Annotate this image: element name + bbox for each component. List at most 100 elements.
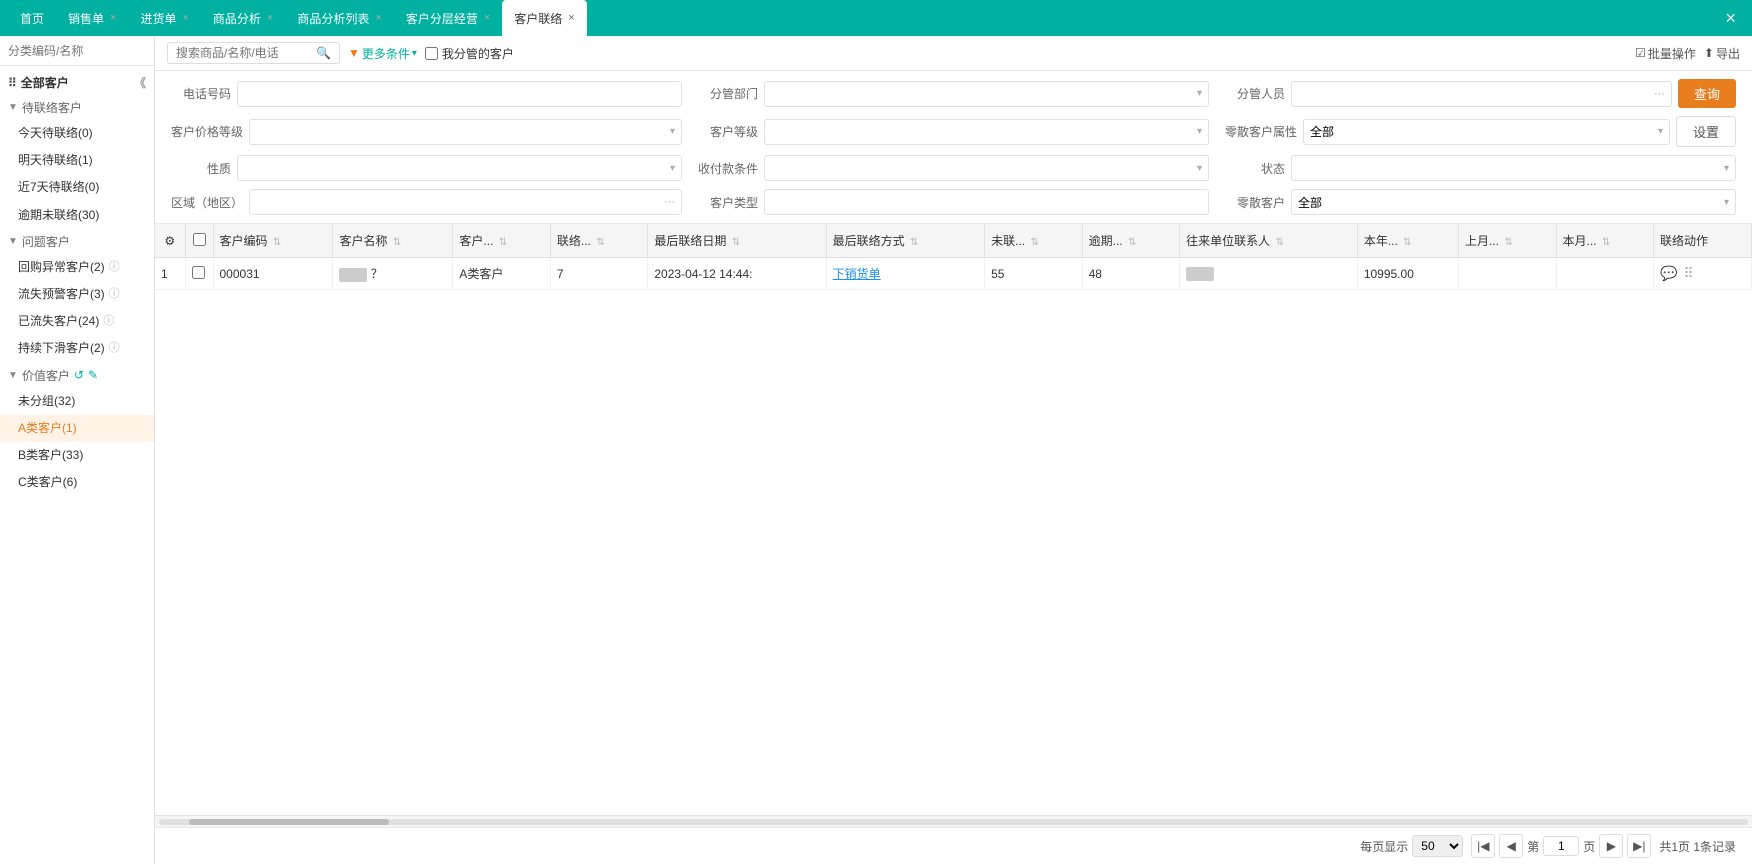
td-last-method: 下销货单 [826, 258, 984, 290]
sort-icon-overdue[interactable]: ⇅ [1128, 237, 1136, 248]
nav-product-analysis[interactable]: 商品分析 × [201, 0, 285, 36]
horizontal-scrollbar[interactable] [155, 815, 1752, 827]
my-customer-checkbox[interactable]: 我分管的客户 [425, 45, 514, 62]
sidebar-item-today[interactable]: 今天待联络(0) [0, 120, 154, 147]
sidebar-item-repurchase[interactable]: 回购异常客户(2) ⓘ [0, 254, 154, 281]
retail-cust-arrow: ▾ [1724, 197, 1729, 208]
cust-level-select[interactable]: ▾ [764, 119, 1209, 145]
page-number-input[interactable] [1543, 836, 1579, 856]
phone-input[interactable] [237, 81, 682, 107]
gear-icon[interactable]: ⚙ [164, 234, 175, 248]
export-btn[interactable]: ⬆ 导出 [1704, 45, 1740, 62]
nav-purchase[interactable]: 进货单 × [128, 0, 200, 36]
prev-page-btn[interactable]: ◀ [1499, 834, 1523, 858]
sidebar-item-class-b[interactable]: B类客户(33) [0, 442, 154, 469]
select-all-checkbox[interactable] [193, 233, 206, 246]
sort-icon-year[interactable]: ⇅ [1403, 237, 1411, 248]
next-page-btn[interactable]: ▶ [1599, 834, 1623, 858]
last-method-link[interactable]: 下销货单 [833, 267, 881, 281]
nav-purchase-close[interactable]: × [182, 12, 188, 24]
filter-search-input[interactable] [176, 46, 316, 60]
nature-select[interactable]: ▾ [237, 155, 682, 181]
sort-icon-level[interactable]: ⇅ [499, 237, 507, 248]
filter-row-cust-level: 客户等级 ▾ [698, 116, 1209, 147]
sidebar-collapse-icon[interactable]: 《 [134, 74, 146, 91]
nav-customer-tier[interactable]: 客户分层经营 × [394, 0, 502, 36]
retail-attr-select[interactable]: 全部 ▾ [1303, 119, 1670, 145]
nature-label: 性质 [171, 160, 231, 177]
price-level-select[interactable]: ▾ [249, 119, 682, 145]
scrollbar-thumb[interactable] [189, 819, 389, 825]
sort-icon-last-month[interactable]: ⇅ [1504, 237, 1512, 248]
grid-action-icon[interactable]: ⠿ [1683, 265, 1693, 282]
sidebar-item-7days[interactable]: 近7天待联络(0) [0, 174, 154, 201]
page-size-select-input[interactable]: 20 50 100 200 [1412, 835, 1463, 857]
window-close-button[interactable]: × [1717, 8, 1744, 29]
query-button[interactable]: 查询 [1678, 79, 1736, 108]
sidebar-item-tomorrow[interactable]: 明天待联络(1) [0, 147, 154, 174]
th-last-method: 最后联络方式 ⇅ [826, 224, 984, 258]
cust-type-select[interactable] [764, 189, 1209, 215]
sort-icon-name[interactable]: ⇅ [393, 237, 401, 248]
sort-icon-person[interactable]: ⇅ [1275, 237, 1283, 248]
row-checkbox[interactable] [192, 266, 205, 279]
nav-sales[interactable]: 销售单 × [56, 0, 128, 36]
td-check [185, 258, 213, 290]
sidebar-group-pending[interactable]: ▼ 待联络客户 [0, 95, 154, 120]
sidebar-item-churned[interactable]: 已流失客户(24) ⓘ [0, 308, 154, 335]
sidebar-item-overdue[interactable]: 逾期未联络(30) [0, 202, 154, 229]
area-select[interactable]: ··· [249, 189, 682, 215]
sidebar-group-problem[interactable]: ▼ 问题客户 [0, 229, 154, 254]
customer-table: ⚙ 客户编码 ⇅ 客户名称 ⇅ [155, 224, 1752, 290]
phone-input-field[interactable] [244, 87, 675, 101]
person-select[interactable]: ··· [1291, 81, 1672, 107]
sidebar-item-churn-risk[interactable]: 流失预警客户(3) ⓘ [0, 281, 154, 308]
chat-action-icon[interactable]: 💬 [1660, 265, 1677, 282]
th-action: 联络动作 [1653, 224, 1751, 258]
first-page-btn[interactable]: |◀ [1471, 834, 1495, 858]
sidebar-group-value[interactable]: ▼ 价值客户 ↺ ✎ [0, 363, 154, 388]
th-contact-count: 联络... ⇅ [550, 224, 647, 258]
batch-operation-btn[interactable]: ☑ 批量操作 [1635, 45, 1696, 62]
cust-type-label: 客户类型 [698, 194, 758, 211]
refresh-icon[interactable]: ↺ [74, 368, 84, 382]
filter-row-person: 分管人员 ··· 查询 [1225, 79, 1736, 108]
nav-contact-close[interactable]: × [568, 12, 574, 24]
sort-icon-date[interactable]: ⇅ [732, 237, 740, 248]
sort-icon-contact[interactable]: ⇅ [596, 237, 604, 248]
status-select[interactable]: ▾ [1291, 155, 1736, 181]
nav-tier-close[interactable]: × [484, 12, 490, 24]
dept-select[interactable]: ▾ [764, 81, 1209, 107]
sidebar-item-class-a[interactable]: A类客户(1) [0, 415, 154, 442]
retail-cust-select[interactable]: 全部 ▾ [1291, 189, 1736, 215]
filter-row-area: 区域（地区） ··· [171, 189, 682, 215]
settings-button[interactable]: 设置 [1676, 116, 1736, 147]
th-last-month: 上月... ⇅ [1459, 224, 1556, 258]
sort-icon-method[interactable]: ⇅ [910, 237, 918, 248]
person-dots-icon: ··· [1654, 88, 1665, 100]
edit-icon[interactable]: ✎ [88, 368, 98, 382]
nav-product-close[interactable]: × [267, 12, 273, 24]
sidebar-item-unclassified[interactable]: 未分组(32) [0, 388, 154, 415]
price-level-label: 客户价格等级 [171, 123, 243, 140]
nav-customer-contact[interactable]: 客户联络 × [502, 0, 586, 36]
sort-icon-not-contacted[interactable]: ⇅ [1030, 237, 1038, 248]
nav-product-list[interactable]: 商品分析列表 × [285, 0, 393, 36]
last-page-btn[interactable]: ▶| [1627, 834, 1651, 858]
td-year-amount: 10995.00 [1357, 258, 1458, 290]
my-customer-check-input[interactable] [425, 47, 438, 60]
nav-home[interactable]: 首页 [8, 0, 56, 36]
payment-select[interactable]: ▾ [764, 155, 1209, 181]
filter-more-btn[interactable]: ▼ 更多条件 ▾ [348, 45, 417, 62]
sidebar-search-bar: 🔍 [0, 36, 154, 66]
sidebar-item-class-c[interactable]: C类客户(6) [0, 469, 154, 496]
sidebar-root[interactable]: ⠿ 全部客户 《 [0, 66, 154, 95]
sidebar-search-input[interactable] [8, 44, 155, 58]
retail-attr-label: 零散客户属性 [1225, 123, 1297, 140]
sort-icon-this-month[interactable]: ⇅ [1602, 237, 1610, 248]
sort-icon-code[interactable]: ⇅ [273, 237, 281, 248]
nav-product-list-close[interactable]: × [375, 12, 381, 24]
filter-search-icon[interactable]: 🔍 [316, 46, 331, 60]
nav-sales-close[interactable]: × [110, 12, 116, 24]
sidebar-item-declining[interactable]: 持续下滑客户(2) ⓘ [0, 335, 154, 362]
